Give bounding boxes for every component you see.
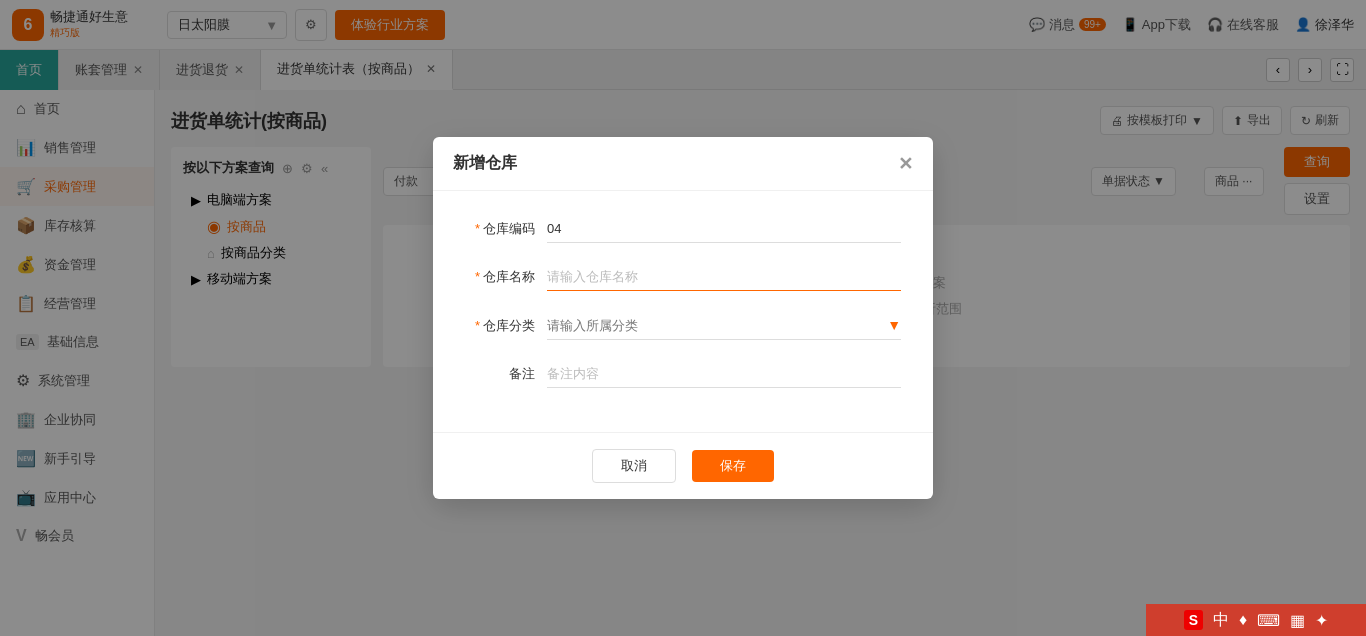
note-input[interactable]: [547, 360, 901, 388]
code-input[interactable]: [547, 215, 901, 243]
modal-title: 新增仓库: [453, 153, 517, 174]
category-input[interactable]: [547, 318, 887, 333]
category-arrow-icon: ▼: [887, 317, 901, 333]
note-label: 备注: [465, 365, 535, 383]
name-input[interactable]: [547, 263, 901, 291]
new-warehouse-modal: 新增仓库 ✕ 仓库编码 仓库名称 仓库分类 ▼ 备注 取消 保存: [433, 137, 933, 499]
diamond-icon[interactable]: ♦: [1239, 611, 1247, 629]
category-label: 仓库分类: [465, 317, 535, 335]
form-row-code: 仓库编码: [465, 215, 901, 243]
modal-body: 仓库编码 仓库名称 仓库分类 ▼ 备注: [433, 191, 933, 432]
chinese-icon[interactable]: 中: [1213, 610, 1229, 631]
modal-close-button[interactable]: ✕: [898, 155, 913, 173]
category-select[interactable]: ▼: [547, 311, 901, 340]
bottom-bar: S 中 ♦ ⌨ ▦ ✦: [1146, 604, 1366, 636]
cancel-button[interactable]: 取消: [592, 449, 676, 483]
code-label: 仓库编码: [465, 220, 535, 238]
grid-icon[interactable]: ▦: [1290, 611, 1305, 630]
form-row-name: 仓库名称: [465, 263, 901, 291]
form-row-note: 备注: [465, 360, 901, 388]
modal-footer: 取消 保存: [433, 432, 933, 499]
star-icon[interactable]: ✦: [1315, 611, 1328, 630]
keyboard-icon[interactable]: ⌨: [1257, 611, 1280, 630]
s-logo-icon: S: [1184, 610, 1203, 630]
name-label: 仓库名称: [465, 268, 535, 286]
form-row-category: 仓库分类 ▼: [465, 311, 901, 340]
save-button[interactable]: 保存: [692, 450, 774, 482]
modal-header: 新增仓库 ✕: [433, 137, 933, 191]
